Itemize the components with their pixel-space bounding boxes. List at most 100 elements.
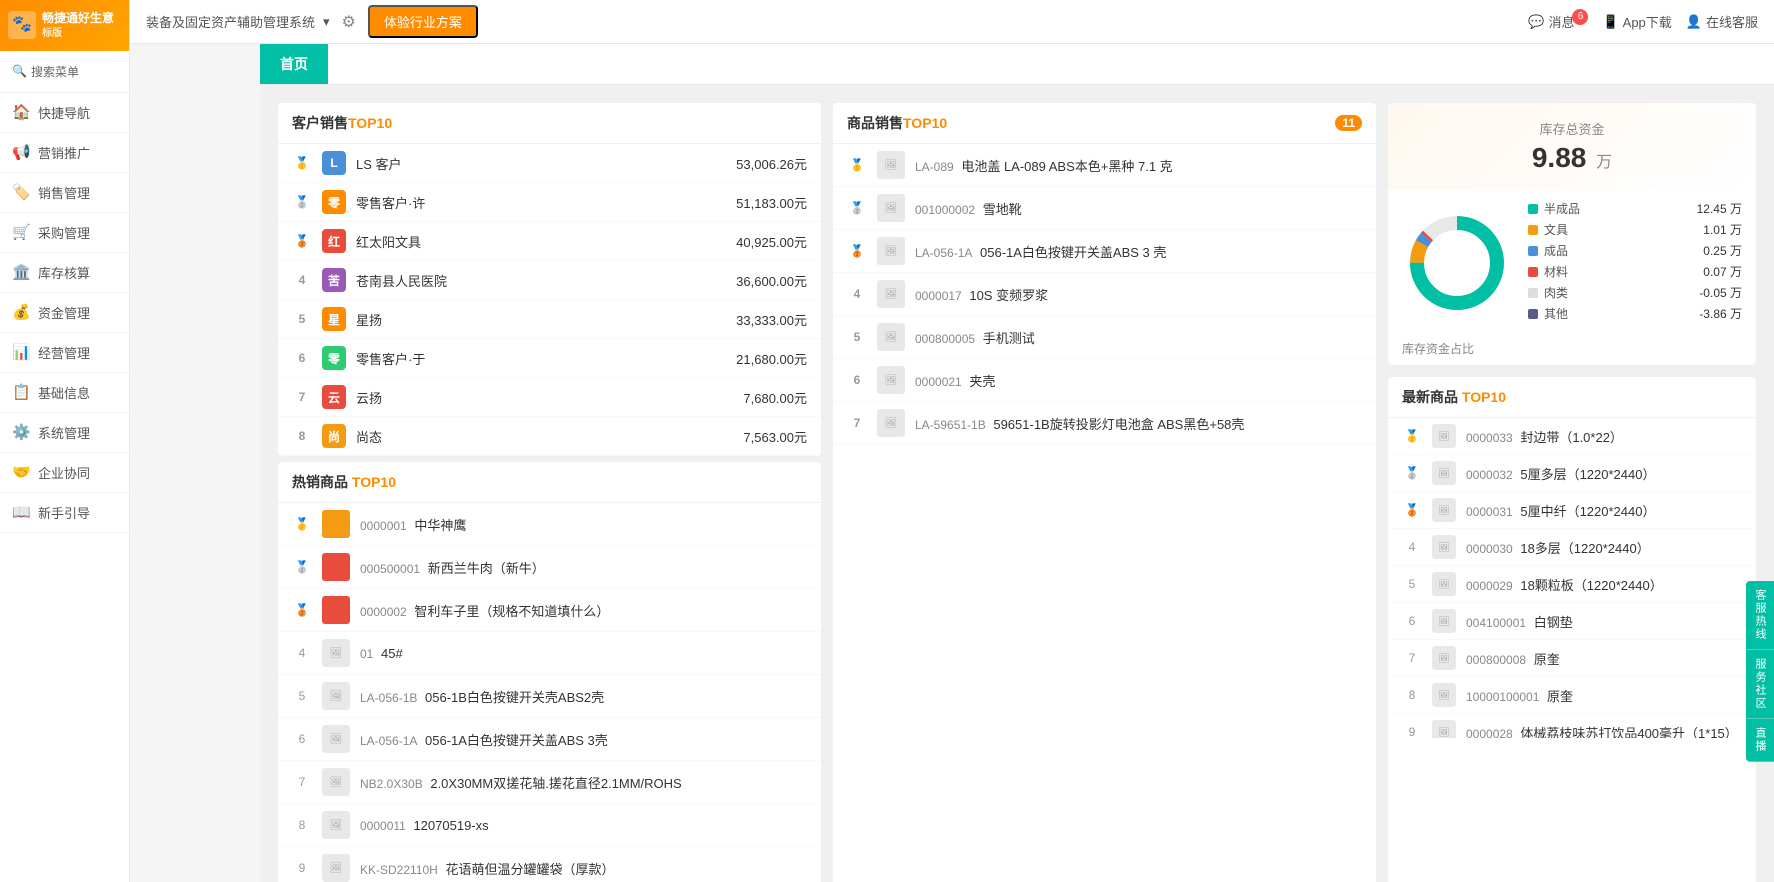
product-info: LA-089 电池盖 LA-089 ABS本色+黑种 7.1 克 (915, 156, 1173, 175)
main-content: 首页 客户销售TOP10 🥇 L LS 客户 53,006.26元 🥈 零 零售… (260, 44, 1774, 882)
nav-label-xiaoshou: 销售管理 (38, 183, 90, 202)
legend-dot-roulei (1528, 288, 1538, 298)
rank-number: 🥇 (292, 156, 312, 170)
rank-number: 🥇 (1402, 429, 1422, 443)
tab-home[interactable]: 首页 (260, 44, 328, 84)
product-info: LA-056-1B 056-1B白色按键开关壳ABS2壳 (360, 687, 604, 706)
float-btn-zhibo[interactable]: 直播 (1746, 719, 1774, 762)
nav-label-kuaijie: 快捷导航 (38, 103, 90, 122)
system-selector: 装备及固定资产辅助管理系统 ▾ (146, 12, 330, 31)
search-menu-button[interactable]: 🔍 搜索菜单 (8, 59, 121, 84)
rank-number: 4 (847, 287, 867, 301)
app-download-button[interactable]: 📱 App下载 (1602, 12, 1671, 31)
list-item: 9 🖼 0000028 体械荔枝味苏打饮品400毫升（1*15） (1388, 714, 1756, 738)
product-image: 🖼 (1432, 535, 1456, 559)
product-image (322, 553, 350, 581)
rank-number: 🥇 (847, 158, 867, 172)
donut-chart-container: 半成品 12.45 万 文具 1.01 万 成品 0.25 万 (1388, 190, 1756, 336)
customer-ranking-title: 客户销售TOP10 (292, 113, 392, 133)
rank-number: 🥈 (292, 195, 312, 209)
customer-name: 云扬 (356, 388, 733, 407)
topbar: 装备及固定资产辅助管理系统 ▾ ⚙ 体验行业方案 💬 消息 6 📱 App下载 … (130, 0, 1774, 44)
product-code: NB2.0X30B (360, 777, 423, 791)
message-label: 消息 (1548, 12, 1574, 31)
product-name: 原奎 (1534, 652, 1560, 667)
customer-name: 零售客户·于 (356, 349, 726, 368)
product-image: 🖼 (322, 639, 350, 667)
product-info: NB2.0X30B 2.0X30MM双搓花轴.搓花直径2.1MM/ROHS (360, 773, 682, 792)
list-item: 🥉 0000002 智利车子里（规格不知道填什么） (278, 589, 821, 632)
customer-ranking-header: 客户销售TOP10 (278, 103, 821, 144)
rank-number: 🥉 (292, 603, 312, 617)
list-item: 4 苦 苍南县人民医院 36,600.00元 (278, 261, 821, 300)
nav-item-kucun[interactable]: 🏛️ 库存核算 (0, 253, 129, 293)
rank-number: 5 (847, 330, 867, 344)
nav-item-xinshou[interactable]: 📖 新手引导 (0, 493, 129, 533)
product-info: 0000011 12070519-xs (360, 818, 489, 833)
hot-products-list: 🥇 0000001 中华神鹰 🥈 000500001 新西兰牛肉（新牛） 🥉 0… (278, 503, 821, 882)
logo-text: 畅捷通好生意 (42, 10, 114, 27)
product-name: 056-1A白色按键开关盖ABS 3壳 (425, 733, 608, 748)
nav-item-xitong[interactable]: ⚙️ 系统管理 (0, 413, 129, 453)
sales-icon: 🏷️ (12, 183, 30, 201)
settings-gear-icon[interactable]: ⚙ (342, 12, 356, 32)
customer-ranking-panel: 客户销售TOP10 🥇 L LS 客户 53,006.26元 🥈 零 零售客户·… (278, 103, 821, 456)
chevron-down-icon[interactable]: ▾ (323, 14, 330, 30)
app-download-label: App下载 (1623, 12, 1672, 31)
inventory-value: 9.88 万 (1404, 142, 1740, 174)
product-info: 0000001 中华神鹰 (360, 515, 466, 534)
customer-amount: 40,925.00元 (736, 232, 807, 251)
product-info: 0000002 智利车子里（规格不知道填什么） (360, 601, 609, 620)
list-item: 4 🖼 01 45# (278, 632, 821, 675)
nav-item-qiye[interactable]: 🤝 企业协同 (0, 453, 129, 493)
product-name: 电池盖 LA-089 ABS本色+黑种 7.1 克 (961, 159, 1172, 174)
customer-badge: 零 (322, 190, 346, 214)
rank-number: 🥉 (847, 244, 867, 258)
product-name: 5厘多层（1220*2440） (1520, 467, 1655, 482)
product-badge: 11 (1335, 115, 1362, 131)
rank-number: 🥉 (292, 234, 312, 248)
product-name: 5厘中纤（1220*2440） (1520, 504, 1655, 519)
rank-number: 7 (292, 775, 312, 789)
new-products-panel: 最新商品 TOP10 🥇 🖼 0000033 封边带（1.0*22） 🥈 🖼 0… (1388, 377, 1756, 882)
online-service-button[interactable]: 👤 在线客服 (1686, 12, 1758, 31)
nav-item-caigou[interactable]: 🛒 采购管理 (0, 213, 129, 253)
customer-name: LS 客户 (356, 154, 726, 173)
list-item: 6 零 零售客户·于 21,680.00元 (278, 339, 821, 378)
list-item: 🥇 🖼 0000033 封边带（1.0*22） (1388, 418, 1756, 455)
list-item: 🥈 零 零售客户·许 51,183.00元 (278, 183, 821, 222)
nav-label-jingying: 经营管理 (38, 343, 90, 362)
nav-item-jichu[interactable]: 📋 基础信息 (0, 373, 129, 413)
nav-item-kuaijie[interactable]: 🏠 快捷导航 (0, 93, 129, 133)
product-image: 🖼 (1432, 498, 1456, 522)
customer-amount: 53,006.26元 (736, 154, 807, 173)
float-btn-kefuzhaoxian[interactable]: 客服热线 (1746, 581, 1774, 650)
product-image: 🖼 (322, 854, 350, 882)
nav-label-caigou: 采购管理 (38, 223, 90, 242)
message-button[interactable]: 💬 消息 6 (1528, 12, 1588, 31)
chart-icon: 📊 (12, 343, 30, 361)
float-btn-fuwushequ[interactable]: 服务社区 (1746, 650, 1774, 719)
product-code: 0000021 (915, 375, 962, 389)
legend-dot-cailiao (1528, 267, 1538, 277)
product-name: 18颗粒板（1220*2440） (1520, 578, 1662, 593)
search-icon: 🔍 (12, 64, 27, 78)
nav-item-zijin[interactable]: 💰 资金管理 (0, 293, 129, 333)
list-item: 🥉 🖼 0000031 5厘中纤（1220*2440） (1388, 492, 1756, 529)
list-item: 🥇 0000001 中华神鹰 (278, 503, 821, 546)
nav-item-xiaoshou[interactable]: 🏷️ 销售管理 (0, 173, 129, 213)
product-code: 0000028 (1466, 727, 1513, 739)
nav-label-kucun: 库存核算 (38, 263, 90, 282)
product-image: 🖼 (1432, 720, 1456, 738)
list-item: 5 🖼 LA-056-1B 056-1B白色按键开关壳ABS2壳 (278, 675, 821, 718)
sidebar-logo: 🐾 畅捷通好生意 标版 (0, 0, 129, 51)
trial-button[interactable]: 体验行业方案 (368, 5, 478, 38)
nav-item-jingying[interactable]: 📊 经营管理 (0, 333, 129, 373)
coop-icon: 🤝 (12, 463, 30, 481)
product-image: 🖼 (322, 682, 350, 710)
customer-badge: 尚 (322, 424, 346, 448)
hot-products-title: 热销商品 TOP10 (292, 472, 396, 492)
legend-wenju: 文具 1.01 万 (1528, 221, 1742, 238)
rank-number: 4 (1402, 540, 1422, 554)
nav-item-yingxiao[interactable]: 📢 营销推广 (0, 133, 129, 173)
